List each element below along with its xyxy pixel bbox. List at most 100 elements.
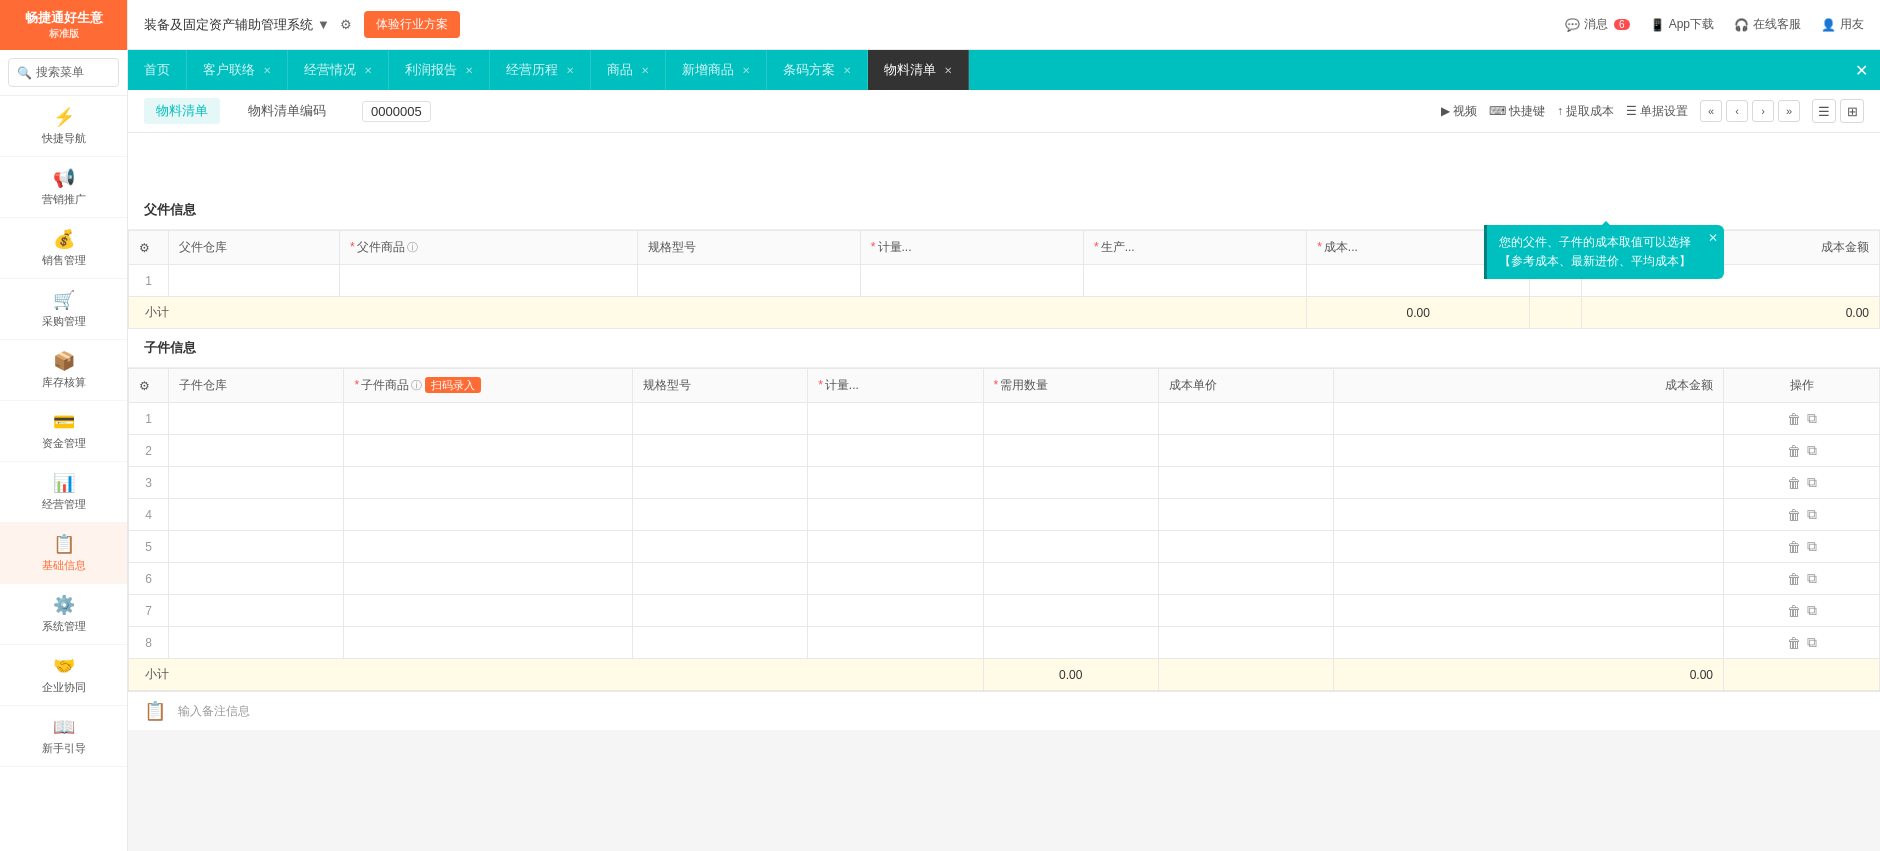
parent-row-1-unit[interactable] bbox=[860, 265, 1083, 297]
sidebar-item-operations[interactable]: 📊 经营管理 bbox=[0, 462, 127, 523]
shortcut-button[interactable]: ⌨ 快捷键 bbox=[1489, 103, 1545, 120]
child-row-4-unit[interactable] bbox=[808, 499, 983, 531]
child-row-3-spec[interactable] bbox=[632, 467, 807, 499]
child-row-6-product[interactable] bbox=[344, 563, 632, 595]
child-row-4-product[interactable] bbox=[344, 499, 632, 531]
copy-row-6-icon[interactable]: ⧉ bbox=[1807, 570, 1817, 587]
child-row-6-qty[interactable] bbox=[983, 563, 1158, 595]
video-button[interactable]: ▶ 视频 bbox=[1441, 103, 1477, 120]
child-row-7-unit-cost[interactable] bbox=[1158, 595, 1333, 627]
online-service-button[interactable]: 🎧 在线客服 bbox=[1734, 16, 1801, 33]
sidebar-item-finance[interactable]: 💳 资金管理 bbox=[0, 401, 127, 462]
copy-row-4-icon[interactable]: ⧉ bbox=[1807, 506, 1817, 523]
child-row-5-qty[interactable] bbox=[983, 531, 1158, 563]
next-page-button[interactable]: › bbox=[1752, 100, 1774, 122]
child-row-6-unit[interactable] bbox=[808, 563, 983, 595]
app-download-button[interactable]: 📱 App下载 bbox=[1650, 16, 1714, 33]
tab-new-goods[interactable]: 新增商品 ✕ bbox=[666, 50, 767, 90]
tab-bom-close[interactable]: ✕ bbox=[944, 65, 952, 76]
extract-cost-button[interactable]: ↑ 提取成本 bbox=[1557, 103, 1614, 120]
tab-history[interactable]: 经营历程 ✕ bbox=[490, 50, 591, 90]
child-row-6-spec[interactable] bbox=[632, 563, 807, 595]
child-row-1-unit[interactable] bbox=[808, 403, 983, 435]
tab-bom[interactable]: 物料清单 ✕ bbox=[868, 50, 969, 90]
sidebar-item-inventory[interactable]: 📦 库存核算 bbox=[0, 340, 127, 401]
child-row-5-spec[interactable] bbox=[632, 531, 807, 563]
parent-row-1-production[interactable] bbox=[1084, 265, 1307, 297]
copy-row-7-icon[interactable]: ⧉ bbox=[1807, 602, 1817, 619]
settings-icon[interactable]: ⚙ bbox=[340, 17, 352, 32]
tab-goods-close[interactable]: ✕ bbox=[641, 65, 649, 76]
sidebar-item-system[interactable]: ⚙️ 系统管理 bbox=[0, 584, 127, 645]
tab-profit[interactable]: 利润报告 ✕ bbox=[389, 50, 490, 90]
tab-profit-close[interactable]: ✕ bbox=[465, 65, 473, 76]
parent-row-1-product[interactable] bbox=[340, 265, 638, 297]
dropdown-arrow-icon[interactable]: ▼ bbox=[317, 17, 330, 32]
child-row-4-warehouse[interactable] bbox=[169, 499, 344, 531]
child-row-5-warehouse[interactable] bbox=[169, 531, 344, 563]
child-row-3-unit-cost[interactable] bbox=[1158, 467, 1333, 499]
sidebar-item-sales[interactable]: 💰 销售管理 bbox=[0, 218, 127, 279]
child-row-7-qty[interactable] bbox=[983, 595, 1158, 627]
message-button[interactable]: 💬 消息 6 bbox=[1565, 16, 1630, 33]
tab-customer[interactable]: 客户联络 ✕ bbox=[187, 50, 288, 90]
sidebar-item-purchase[interactable]: 🛒 采购管理 bbox=[0, 279, 127, 340]
sidebar-item-marketing[interactable]: 📢 营销推广 bbox=[0, 157, 127, 218]
child-row-7-product[interactable] bbox=[344, 595, 632, 627]
first-page-button[interactable]: « bbox=[1700, 100, 1722, 122]
delete-row-5-icon[interactable]: 🗑 bbox=[1787, 539, 1801, 555]
child-row-3-unit[interactable] bbox=[808, 467, 983, 499]
child-row-1-unit-cost[interactable] bbox=[1158, 403, 1333, 435]
tooltip-close-button[interactable]: ✕ bbox=[1708, 229, 1718, 248]
child-row-8-unit-cost[interactable] bbox=[1158, 627, 1333, 659]
sidebar-item-guide[interactable]: 📖 新手引导 bbox=[0, 706, 127, 767]
search-menu-button[interactable]: 🔍 搜索菜单 bbox=[8, 58, 119, 87]
child-row-3-product[interactable] bbox=[344, 467, 632, 499]
delete-row-1-icon[interactable]: 🗑 bbox=[1787, 411, 1801, 427]
child-row-2-qty[interactable] bbox=[983, 435, 1158, 467]
delete-row-8-icon[interactable]: 🗑 bbox=[1787, 635, 1801, 651]
copy-row-3-icon[interactable]: ⧉ bbox=[1807, 474, 1817, 491]
child-row-2-product[interactable] bbox=[344, 435, 632, 467]
child-row-2-unit[interactable] bbox=[808, 435, 983, 467]
tab-new-goods-close[interactable]: ✕ bbox=[742, 65, 750, 76]
copy-row-2-icon[interactable]: ⧉ bbox=[1807, 442, 1817, 459]
child-row-1-spec[interactable] bbox=[632, 403, 807, 435]
parent-row-1-warehouse[interactable] bbox=[169, 265, 340, 297]
single-setting-button[interactable]: ☰ 单据设置 bbox=[1626, 103, 1688, 120]
sub-tab-bom-code[interactable]: 物料清单编码 bbox=[236, 98, 338, 124]
child-row-2-warehouse[interactable] bbox=[169, 435, 344, 467]
sidebar-item-quick-nav[interactable]: ⚡ 快捷导航 bbox=[0, 96, 127, 157]
tab-operations[interactable]: 经营情况 ✕ bbox=[288, 50, 389, 90]
child-row-3-warehouse[interactable] bbox=[169, 467, 344, 499]
grid-view-button[interactable]: ⊞ bbox=[1840, 99, 1864, 123]
sidebar-item-basic-info[interactable]: 📋 基础信息 bbox=[0, 523, 127, 584]
child-row-7-spec[interactable] bbox=[632, 595, 807, 627]
child-row-7-warehouse[interactable] bbox=[169, 595, 344, 627]
child-row-5-unit-cost[interactable] bbox=[1158, 531, 1333, 563]
tab-history-close[interactable]: ✕ bbox=[566, 65, 574, 76]
child-row-8-spec[interactable] bbox=[632, 627, 807, 659]
copy-row-5-icon[interactable]: ⧉ bbox=[1807, 538, 1817, 555]
child-row-3-qty[interactable] bbox=[983, 467, 1158, 499]
child-row-4-spec[interactable] bbox=[632, 499, 807, 531]
tabs-close-all[interactable]: ✕ bbox=[1843, 61, 1880, 80]
child-row-4-unit-cost[interactable] bbox=[1158, 499, 1333, 531]
child-row-1-product[interactable] bbox=[344, 403, 632, 435]
child-row-1-qty[interactable] bbox=[983, 403, 1158, 435]
child-row-2-unit-cost[interactable] bbox=[1158, 435, 1333, 467]
child-row-8-warehouse[interactable] bbox=[169, 627, 344, 659]
copy-row-1-icon[interactable]: ⧉ bbox=[1807, 410, 1817, 427]
tab-barcode-close[interactable]: ✕ bbox=[843, 65, 851, 76]
delete-row-6-icon[interactable]: 🗑 bbox=[1787, 571, 1801, 587]
tab-customer-close[interactable]: ✕ bbox=[263, 65, 271, 76]
sidebar-item-enterprise[interactable]: 🤝 企业协同 bbox=[0, 645, 127, 706]
sub-tab-bom-list[interactable]: 物料清单 bbox=[144, 98, 220, 124]
tab-goods[interactable]: 商品 ✕ bbox=[591, 50, 666, 90]
delete-row-4-icon[interactable]: 🗑 bbox=[1787, 507, 1801, 523]
child-row-8-qty[interactable] bbox=[983, 627, 1158, 659]
child-row-4-qty[interactable] bbox=[983, 499, 1158, 531]
child-row-7-unit[interactable] bbox=[808, 595, 983, 627]
child-row-6-unit-cost[interactable] bbox=[1158, 563, 1333, 595]
scan-badge[interactable]: 扫码录入 bbox=[425, 377, 481, 393]
